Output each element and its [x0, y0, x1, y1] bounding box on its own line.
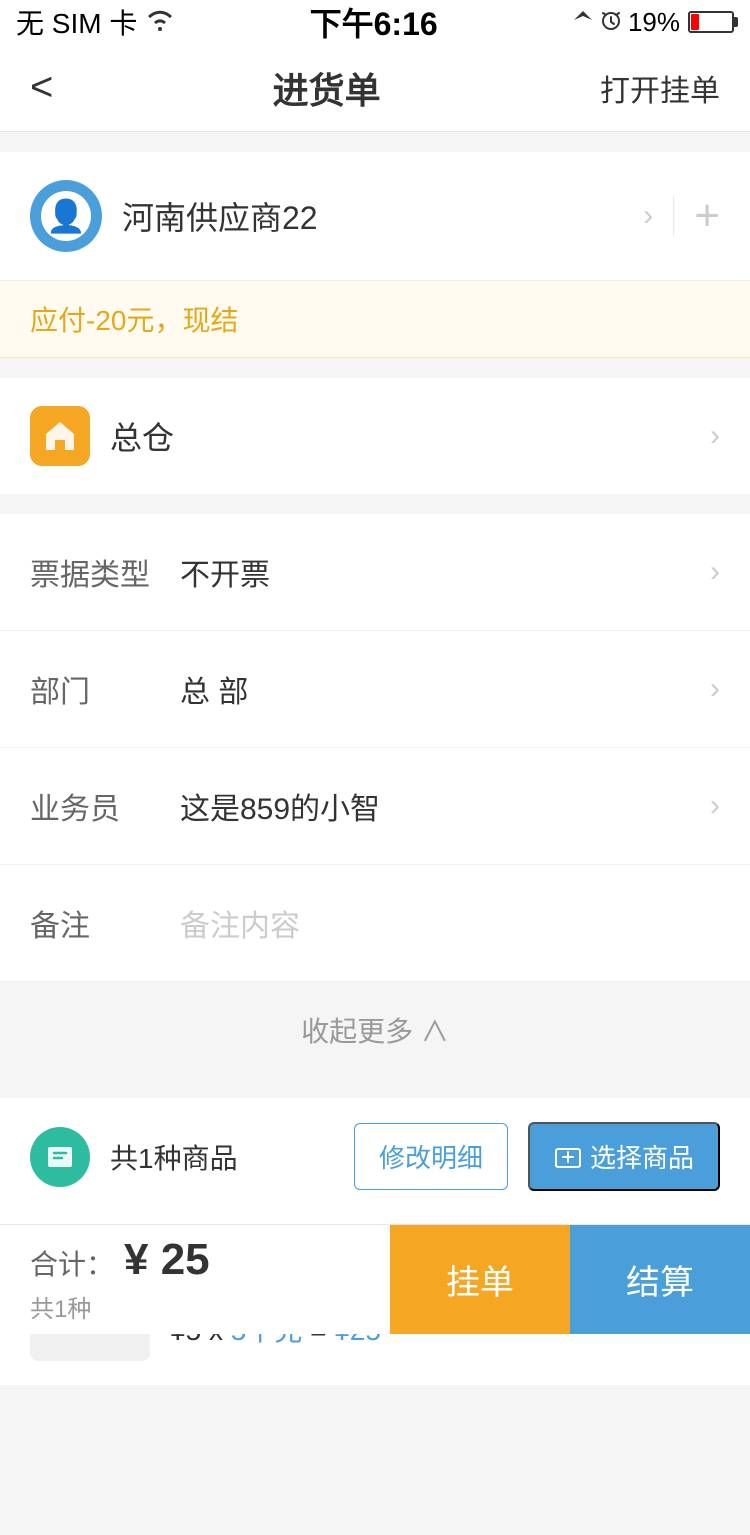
form-section: 票据类型 不开票 › 部门 总 部 › 业务员 这是859的小智 › 备注 备注… [0, 514, 750, 982]
battery-icon [688, 11, 734, 33]
select-product-button[interactable]: 选择商品 [528, 1122, 720, 1191]
status-time: 下午6:16 [310, 0, 438, 45]
form-row-salesperson[interactable]: 业务员 这是859的小智 › [0, 748, 750, 865]
supplier-chevron-icon: › [643, 199, 653, 233]
bottom-summary: 合计： ¥ 25 共1种 [0, 1225, 390, 1334]
warehouse-name: 总仓 [110, 413, 710, 459]
supplier-row[interactable]: 👤 河南供应商22 › + [0, 152, 750, 281]
nav-bar: < 进货单 打开挂单 [0, 44, 750, 132]
product-count-text: 共1种商品 [110, 1137, 334, 1177]
total-label: 合计： [30, 1243, 114, 1283]
collapse-label: 收起更多 ∧ [301, 1010, 449, 1050]
carrier-text: 无 SIM 卡 [16, 2, 137, 42]
status-carrier: 无 SIM 卡 [16, 2, 175, 42]
form-row-department[interactable]: 部门 总 部 › [0, 631, 750, 748]
add-supplier-button[interactable]: + [694, 191, 720, 241]
section-gap-5 [0, 1385, 750, 1405]
checkout-button[interactable]: 结算 [570, 1225, 750, 1334]
section-gap-1 [0, 132, 750, 152]
form-row-invoice[interactable]: 票据类型 不开票 › [0, 514, 750, 631]
alarm-icon [600, 7, 622, 38]
status-bar: 无 SIM 卡 下午6:16 19% [0, 0, 750, 44]
open-hang-button[interactable]: 打开挂单 [600, 66, 720, 110]
form-row-note[interactable]: 备注 备注内容 [0, 865, 750, 982]
page-title: 进货单 [273, 62, 381, 114]
person-icon: 👤 [46, 197, 86, 235]
warehouse-row[interactable]: 总仓 › [0, 378, 750, 494]
product-count-icon [30, 1127, 90, 1187]
modify-detail-button[interactable]: 修改明细 [354, 1123, 508, 1190]
salesperson-value: 这是859的小智 [160, 784, 710, 828]
collapse-toggle[interactable]: 收起更多 ∧ [0, 982, 750, 1078]
supplier-divider [673, 196, 674, 236]
total-amount: ¥ 25 [124, 1235, 210, 1285]
department-chevron-icon: › [710, 672, 720, 706]
select-product-label: 选择商品 [590, 1138, 694, 1175]
supplier-name: 河南供应商22 [122, 193, 643, 239]
location-icon [572, 7, 594, 38]
summary-total-line: 合计： ¥ 25 [30, 1235, 360, 1285]
salesperson-chevron-icon: › [710, 789, 720, 823]
hang-button[interactable]: 挂单 [390, 1225, 570, 1334]
invoice-label: 票据类型 [30, 550, 160, 594]
status-right: 19% [572, 7, 734, 38]
summary-count: 共1种 [30, 1289, 360, 1324]
warehouse-section: 总仓 › [0, 378, 750, 494]
invoice-chevron-icon: › [710, 555, 720, 589]
warehouse-icon [30, 406, 90, 466]
department-value: 总 部 [160, 667, 710, 711]
supplier-alert: 应付-20元，现结 [0, 281, 750, 358]
wifi-icon [145, 6, 175, 38]
section-gap-6 [0, 1405, 750, 1425]
section-gap-2 [0, 358, 750, 378]
department-label: 部门 [30, 667, 160, 711]
battery-percentage: 19% [628, 7, 680, 38]
section-gap-4 [0, 1078, 750, 1098]
supplier-avatar: 👤 [30, 180, 102, 252]
invoice-value: 不开票 [160, 550, 710, 594]
section-gap-3 [0, 494, 750, 514]
supplier-section: 👤 河南供应商22 › + 应付-20元，现结 [0, 152, 750, 358]
back-button[interactable]: < [30, 65, 53, 110]
note-value: 备注内容 [160, 901, 720, 945]
product-header: 共1种商品 修改明细 选择商品 [0, 1098, 750, 1215]
note-label: 备注 [30, 901, 160, 945]
salesperson-label: 业务员 [30, 784, 160, 828]
warehouse-chevron-icon: › [710, 419, 720, 453]
bottom-bar: 合计： ¥ 25 共1种 挂单 结算 [0, 1224, 750, 1334]
